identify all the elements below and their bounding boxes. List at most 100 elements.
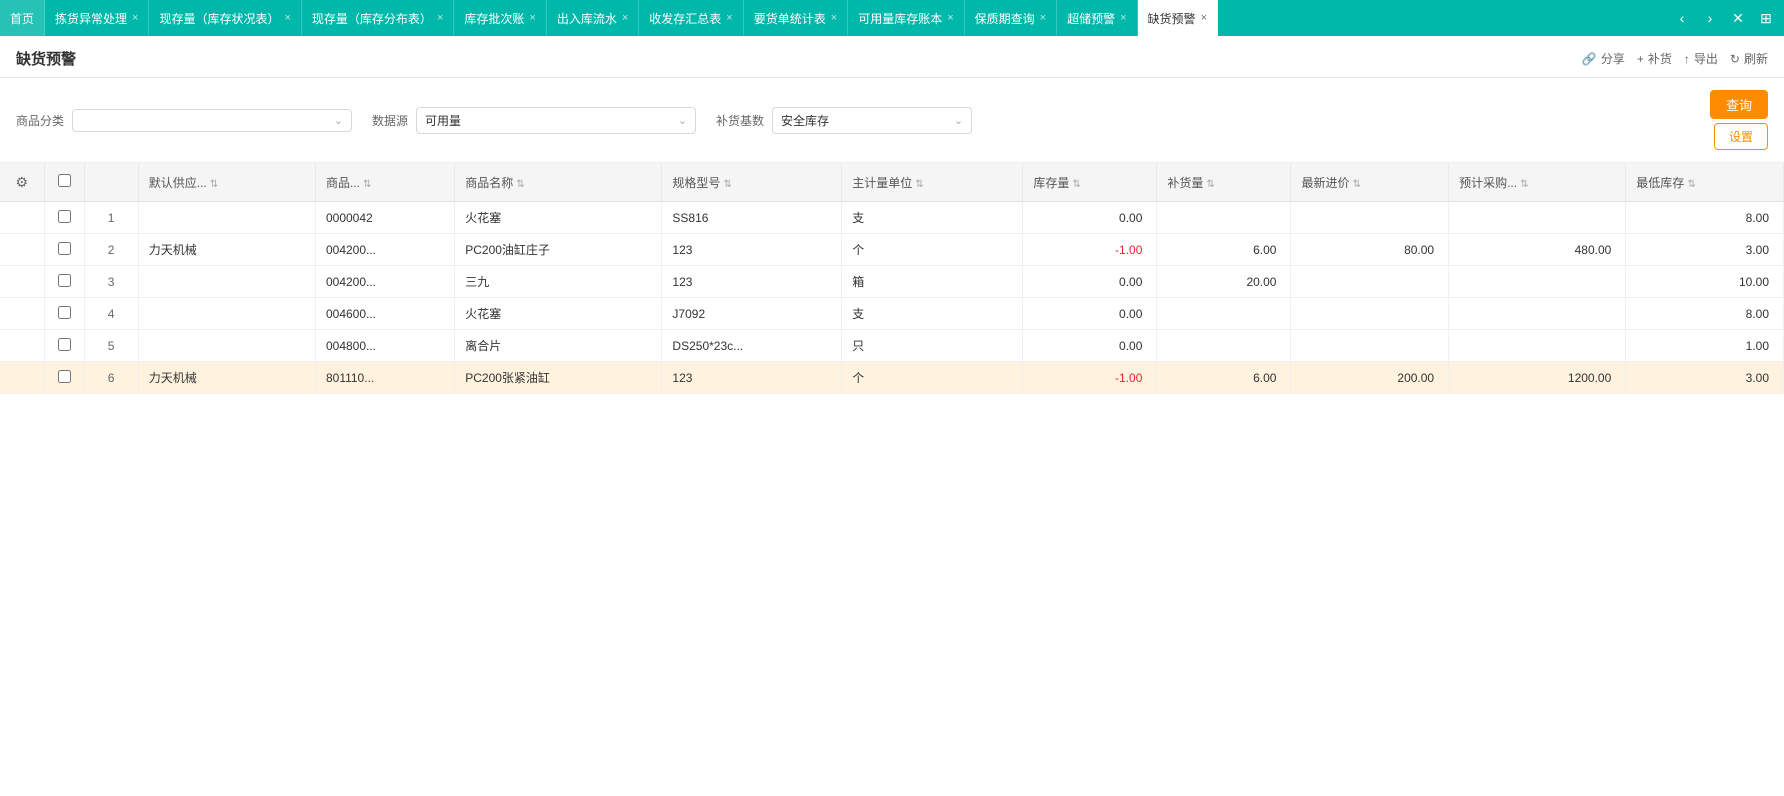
row-stock: 0.00: [1023, 266, 1157, 298]
datasource-select[interactable]: 可用量 ⌄: [416, 107, 696, 134]
row-stock: -1.00: [1023, 362, 1157, 394]
row-stock: -1.00: [1023, 234, 1157, 266]
col-product-code[interactable]: 商品...⇅: [315, 163, 454, 202]
nav-tab-inout[interactable]: 出入库流水 ×: [547, 0, 639, 36]
replenish-icon: +: [1637, 52, 1644, 66]
row-est-purchase: [1449, 330, 1626, 362]
nav-tab-close-icon[interactable]: ×: [1040, 12, 1046, 24]
nav-tab-close-icon[interactable]: ×: [831, 12, 837, 24]
row-supplier: [138, 330, 315, 362]
nav-controls: ‹ › ✕ ⊞: [1668, 4, 1784, 32]
export-button[interactable]: ↑ 导出: [1684, 50, 1718, 67]
table-row: 3004200...三九123箱0.0020.0010.00: [0, 266, 1784, 298]
nav-close-button[interactable]: ✕: [1724, 4, 1752, 32]
nav-tab-close-icon[interactable]: ×: [1201, 12, 1207, 24]
row-min-stock: 1.00: [1626, 330, 1784, 362]
nav-tab-label: 现存量（库存分布表）: [312, 10, 432, 27]
refresh-button[interactable]: ↻ 刷新: [1730, 50, 1768, 67]
col-replenish[interactable]: 补货量⇅: [1157, 163, 1291, 202]
row-min-stock: 8.00: [1626, 298, 1784, 330]
row-replenish: [1157, 330, 1291, 362]
col-min-stock[interactable]: 最低库存⇅: [1626, 163, 1784, 202]
nav-tab-home[interactable]: 首页: [0, 0, 45, 36]
nav-tab-batch[interactable]: 库存批次账×: [454, 0, 546, 36]
row-replenish: 6.00: [1157, 362, 1291, 394]
nav-tab-recv[interactable]: 收发存汇总表×: [639, 0, 743, 36]
page-header: 缺货预警 🔗 分享 + 补货 ↑ 导出 ↻ 刷新: [0, 36, 1784, 78]
row-checkbox[interactable]: [58, 338, 71, 351]
row-gear: [0, 330, 44, 362]
col-gear[interactable]: ⚙: [0, 163, 44, 202]
row-number: 3: [84, 266, 138, 298]
replenish-select[interactable]: 安全库存 ⌄: [772, 107, 972, 134]
share-button[interactable]: 🔗 分享: [1582, 50, 1625, 67]
nav-tab-overstock[interactable]: 超储预警×: [1057, 0, 1137, 36]
table-row: 4004600...火花塞J7092支0.008.00: [0, 298, 1784, 330]
row-supplier: 力天机械: [138, 234, 315, 266]
replenish-sort-icon: ⇅: [1206, 179, 1214, 190]
gear-icon[interactable]: ⚙: [11, 171, 33, 193]
row-latest-price: [1291, 298, 1449, 330]
nav-expand-button[interactable]: ⊞: [1752, 4, 1780, 32]
nav-tab-close-icon[interactable]: ×: [529, 12, 535, 24]
row-replenish: 20.00: [1157, 266, 1291, 298]
nav-tab-close-icon[interactable]: ×: [622, 12, 628, 24]
row-product-name: 离合片: [455, 330, 662, 362]
main-content: 缺货预警 🔗 分享 + 补货 ↑ 导出 ↻ 刷新 商品分类: [0, 36, 1784, 796]
row-product-code: 004200...: [315, 234, 454, 266]
row-product-name: 火花塞: [455, 202, 662, 234]
minstk-sort-icon: ⇅: [1687, 179, 1695, 190]
nav-next-button[interactable]: ›: [1696, 4, 1724, 32]
category-filter-group: 商品分类 ⌄: [16, 109, 352, 132]
row-product-name: 火花塞: [455, 298, 662, 330]
nav-tab-close-icon[interactable]: ×: [132, 12, 138, 24]
select-all-checkbox[interactable]: [58, 174, 71, 187]
replenish-button[interactable]: + 补货: [1637, 50, 1672, 67]
nav-tab-abnormal[interactable]: 拣货异常处理×: [45, 0, 149, 36]
query-button[interactable]: 查询: [1710, 90, 1768, 119]
row-number: 4: [84, 298, 138, 330]
datasource-filter-group: 数据源 可用量 ⌄: [372, 107, 696, 134]
nav-tab-label: 现存量（库存状况表）: [159, 10, 279, 27]
nav-tab-stock-status[interactable]: 现存量（库存状况表） ×: [149, 0, 301, 36]
supplier-sort-icon: ⇅: [210, 179, 218, 190]
nav-tab-close-icon[interactable]: ×: [1120, 12, 1126, 24]
col-latest-price[interactable]: 最新进价⇅: [1291, 163, 1449, 202]
category-select[interactable]: ⌄: [72, 109, 352, 132]
nav-tab-stock-dist[interactable]: 现存量（库存分布表） ×: [302, 0, 454, 36]
col-unit[interactable]: 主计量单位⇅: [842, 163, 1023, 202]
row-stock: 0.00: [1023, 298, 1157, 330]
nav-tab-close-icon[interactable]: ×: [947, 12, 953, 24]
settings-button[interactable]: 设置: [1714, 123, 1768, 150]
row-gear: [0, 298, 44, 330]
nav-tab-avail-ledger[interactable]: 可用量库存账本×: [848, 0, 964, 36]
col-product-name[interactable]: 商品名称⇅: [455, 163, 662, 202]
nav-tab-close-icon[interactable]: ×: [437, 12, 443, 24]
nav-prev-button[interactable]: ‹: [1668, 4, 1696, 32]
nav-tab-close-icon[interactable]: ×: [726, 12, 732, 24]
nav-tab-expiry[interactable]: 保质期查询×: [965, 0, 1057, 36]
nav-tab-shortage[interactable]: 缺货预警×: [1138, 0, 1218, 36]
row-checkbox[interactable]: [58, 242, 71, 255]
row-checkbox[interactable]: [58, 274, 71, 287]
row-number: 6: [84, 362, 138, 394]
nav-tab-order-stat[interactable]: 要货单统计表×: [744, 0, 848, 36]
row-checkbox[interactable]: [58, 210, 71, 223]
table-row: 6力天机械801110...PC200张紧油缸123个-1.006.00200.…: [0, 362, 1784, 394]
col-est-purchase[interactable]: 预计采购...⇅: [1449, 163, 1626, 202]
row-number: 2: [84, 234, 138, 266]
price-sort-icon: ⇅: [1353, 179, 1361, 190]
col-spec[interactable]: 规格型号⇅: [662, 163, 842, 202]
name-sort-icon: ⇅: [516, 179, 524, 190]
row-gear: [0, 234, 44, 266]
row-checkbox[interactable]: [58, 306, 71, 319]
spec-sort-icon: ⇅: [723, 179, 731, 190]
nav-tab-close-icon[interactable]: ×: [284, 12, 290, 24]
row-checkbox[interactable]: [58, 370, 71, 383]
col-stock[interactable]: 库存量⇅: [1023, 163, 1157, 202]
row-checkbox-cell: [44, 202, 84, 234]
col-supplier[interactable]: 默认供应...⇅: [138, 163, 315, 202]
nav-tab-label: 出入库流水: [557, 10, 617, 27]
nav-bar: 首页拣货异常处理×现存量（库存状况表）×现存量（库存分布表）×库存批次账×出入库…: [0, 0, 1784, 36]
datasource-value: 可用量: [425, 112, 461, 129]
